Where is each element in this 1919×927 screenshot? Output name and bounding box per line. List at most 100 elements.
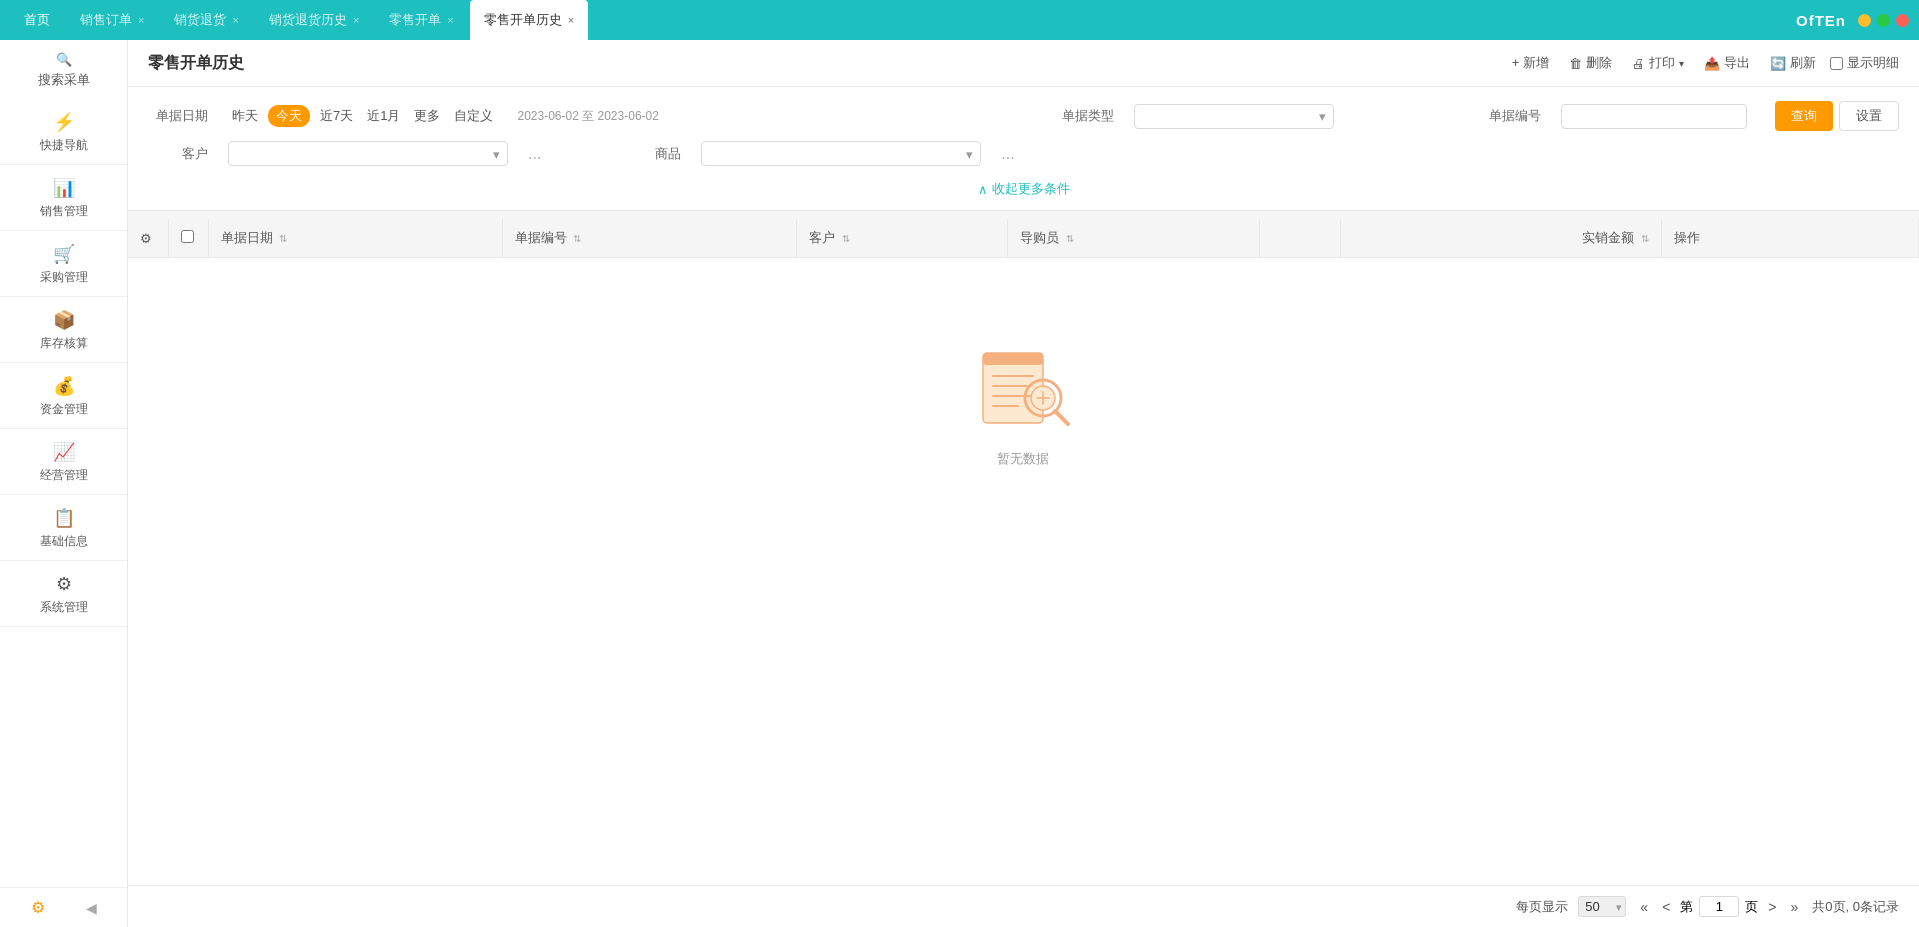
page-total-info: 共0页, 0条记录 [1812,898,1899,916]
search-icon: 🔍 [56,52,72,67]
sidebar-bottom: ⚙ ◀ [0,887,127,927]
th-customer[interactable]: 客户 ⇅ [797,219,1008,258]
page-header: 零售开单历史 + 新增 🗑 删除 🖨 打印 ▾ 📤 导出 [128,40,1919,87]
goods-select-wrap [701,141,981,166]
close-icon[interactable]: × [138,14,144,26]
add-label: + 新增 [1512,54,1549,72]
shortcut-1month[interactable]: 近1月 [363,105,404,127]
quick-nav-icon: ⚡ [53,111,75,133]
sidebar-item-inventory[interactable]: 📦 库存核算 [0,297,127,363]
th-guide[interactable]: 导购员 ⇅ [1007,219,1260,258]
next-page-button[interactable]: > [1764,897,1780,917]
th-amount[interactable]: 实销金额 ⇅ [1340,219,1661,258]
sidebar-search-label: 搜索采单 [38,71,90,89]
sidebar-search[interactable]: 🔍 搜索采单 [0,40,127,99]
sidebar-item-finance[interactable]: 💰 资金管理 [0,363,127,429]
minimize-button[interactable] [1858,14,1871,27]
goods-dots[interactable]: ... [1001,145,1014,163]
toolbar-right: + 新增 🗑 删除 🖨 打印 ▾ 📤 导出 🔄 刷新 [1506,50,1899,76]
per-page-label: 每页显示 [1516,898,1568,916]
th-spacer [1260,219,1340,258]
tab-retail-history-label: 零售开单历史 [484,11,562,29]
sidebar-item-quick[interactable]: ⚡ 快捷导航 [0,99,127,165]
sidebar-item-purchase[interactable]: 🛒 采购管理 [0,231,127,297]
print-button[interactable]: 🖨 打印 ▾ [1626,50,1690,76]
collapse-label: 收起更多条件 [992,180,1070,198]
tab-sales-return[interactable]: 销货退货 × [160,0,252,40]
collapse-more-button[interactable]: ∧ 收起更多条件 [148,176,1899,202]
sidebar-item-base[interactable]: 📋 基础信息 [0,495,127,561]
shortcut-today[interactable]: 今天 [268,105,310,127]
close-button[interactable] [1896,14,1909,27]
delete-button[interactable]: 🗑 删除 [1563,50,1618,76]
sort-date-icon: ⇅ [279,233,287,244]
customer-select[interactable] [228,141,508,166]
query-button[interactable]: 查询 [1775,101,1833,131]
page-suffix-label: 页 [1745,898,1758,916]
delete-label: 删除 [1586,54,1612,72]
th-action: 操作 [1661,219,1918,258]
customer-dots[interactable]: ... [528,145,541,163]
customer-select-wrap [228,141,508,166]
number-filter-label: 单据编号 [1481,107,1541,125]
th-setting[interactable]: ⚙ [128,219,168,258]
inventory-icon: 📦 [53,309,75,331]
base-icon: 📋 [53,507,75,529]
type-select[interactable] [1134,104,1334,129]
refresh-icon: 🔄 [1770,56,1786,71]
tab-sales-return-history[interactable]: 销货退货历史 × [255,0,373,40]
type-filter-label: 单据类型 [1054,107,1114,125]
detail-checkbox-input[interactable] [1830,57,1843,70]
tab-sales-return-history-label: 销货退货历史 [269,11,347,29]
th-action-label: 操作 [1674,230,1700,245]
content-area: 零售开单历史 + 新增 🗑 删除 🖨 打印 ▾ 📤 导出 [128,40,1919,927]
setting-button[interactable]: 设置 [1839,101,1899,131]
sort-amount-icon: ⇅ [1641,233,1649,244]
finance-icon: 💰 [53,375,75,397]
tab-retail-order[interactable]: 零售开单 × [375,0,467,40]
close-icon[interactable]: × [447,14,453,26]
top-bar: 首页 销售订单 × 销货退货 × 销货退货历史 × 零售开单 × 零售开单历史 … [0,0,1919,40]
shortcut-7days[interactable]: 近7天 [316,105,357,127]
sort-customer-icon: ⇅ [842,233,850,244]
th-checkbox[interactable] [168,219,208,258]
settings-bottom-icon[interactable]: ⚙ [31,898,45,917]
data-table: ⚙ 单据日期 ⇅ 单据编号 ⇅ [128,219,1919,508]
close-icon[interactable]: × [353,14,359,26]
th-date[interactable]: 单据日期 ⇅ [208,219,502,258]
refresh-button[interactable]: 🔄 刷新 [1764,50,1822,76]
maximize-button[interactable] [1877,14,1890,27]
per-page-select[interactable]: 10 20 50 100 [1578,896,1626,917]
svg-rect-1 [983,353,1043,365]
shortcut-yesterday[interactable]: 昨天 [228,105,262,127]
tab-home[interactable]: 首页 [10,0,64,40]
tab-sales-order[interactable]: 销售订单 × [66,0,158,40]
tab-retail-history[interactable]: 零售开单历史 × [470,0,588,40]
select-all-checkbox[interactable] [181,230,194,243]
date-filter-label: 单据日期 [148,107,208,125]
last-page-button[interactable]: » [1787,897,1803,917]
add-button[interactable]: + 新增 [1506,50,1555,76]
page-number-input[interactable]: 1 [1699,896,1739,917]
close-icon[interactable]: × [232,14,238,26]
sidebar-item-management[interactable]: 📈 经营管理 [0,429,127,495]
collapse-icon[interactable]: ◀ [86,900,97,916]
sidebar-item-purchase-label: 采购管理 [40,269,88,286]
main-layout: 🔍 搜索采单 ⚡ 快捷导航 📊 销售管理 🛒 采购管理 📦 库存核算 💰 资金管… [0,40,1919,927]
goods-filter-label: 商品 [621,145,681,163]
sidebar-item-system[interactable]: ⚙ 系统管理 [0,561,127,627]
goods-select[interactable] [701,141,981,166]
table-header-row: ⚙ 单据日期 ⇅ 单据编号 ⇅ [128,219,1919,258]
export-button[interactable]: 📤 导出 [1698,50,1756,76]
shortcut-more[interactable]: 更多 [410,105,444,127]
prev-page-button[interactable]: < [1658,897,1674,917]
shortcut-custom[interactable]: 自定义 [450,105,497,127]
show-detail-checkbox[interactable]: 显示明细 [1830,54,1899,72]
close-icon[interactable]: × [568,14,574,26]
first-page-button[interactable]: « [1636,897,1652,917]
number-filter-input[interactable] [1561,104,1747,129]
th-number[interactable]: 单据编号 ⇅ [502,219,796,258]
th-guide-label: 导购员 [1020,230,1059,245]
sidebar-item-sales[interactable]: 📊 销售管理 [0,165,127,231]
page-nav: « < 第 1 页 > » [1636,896,1802,917]
